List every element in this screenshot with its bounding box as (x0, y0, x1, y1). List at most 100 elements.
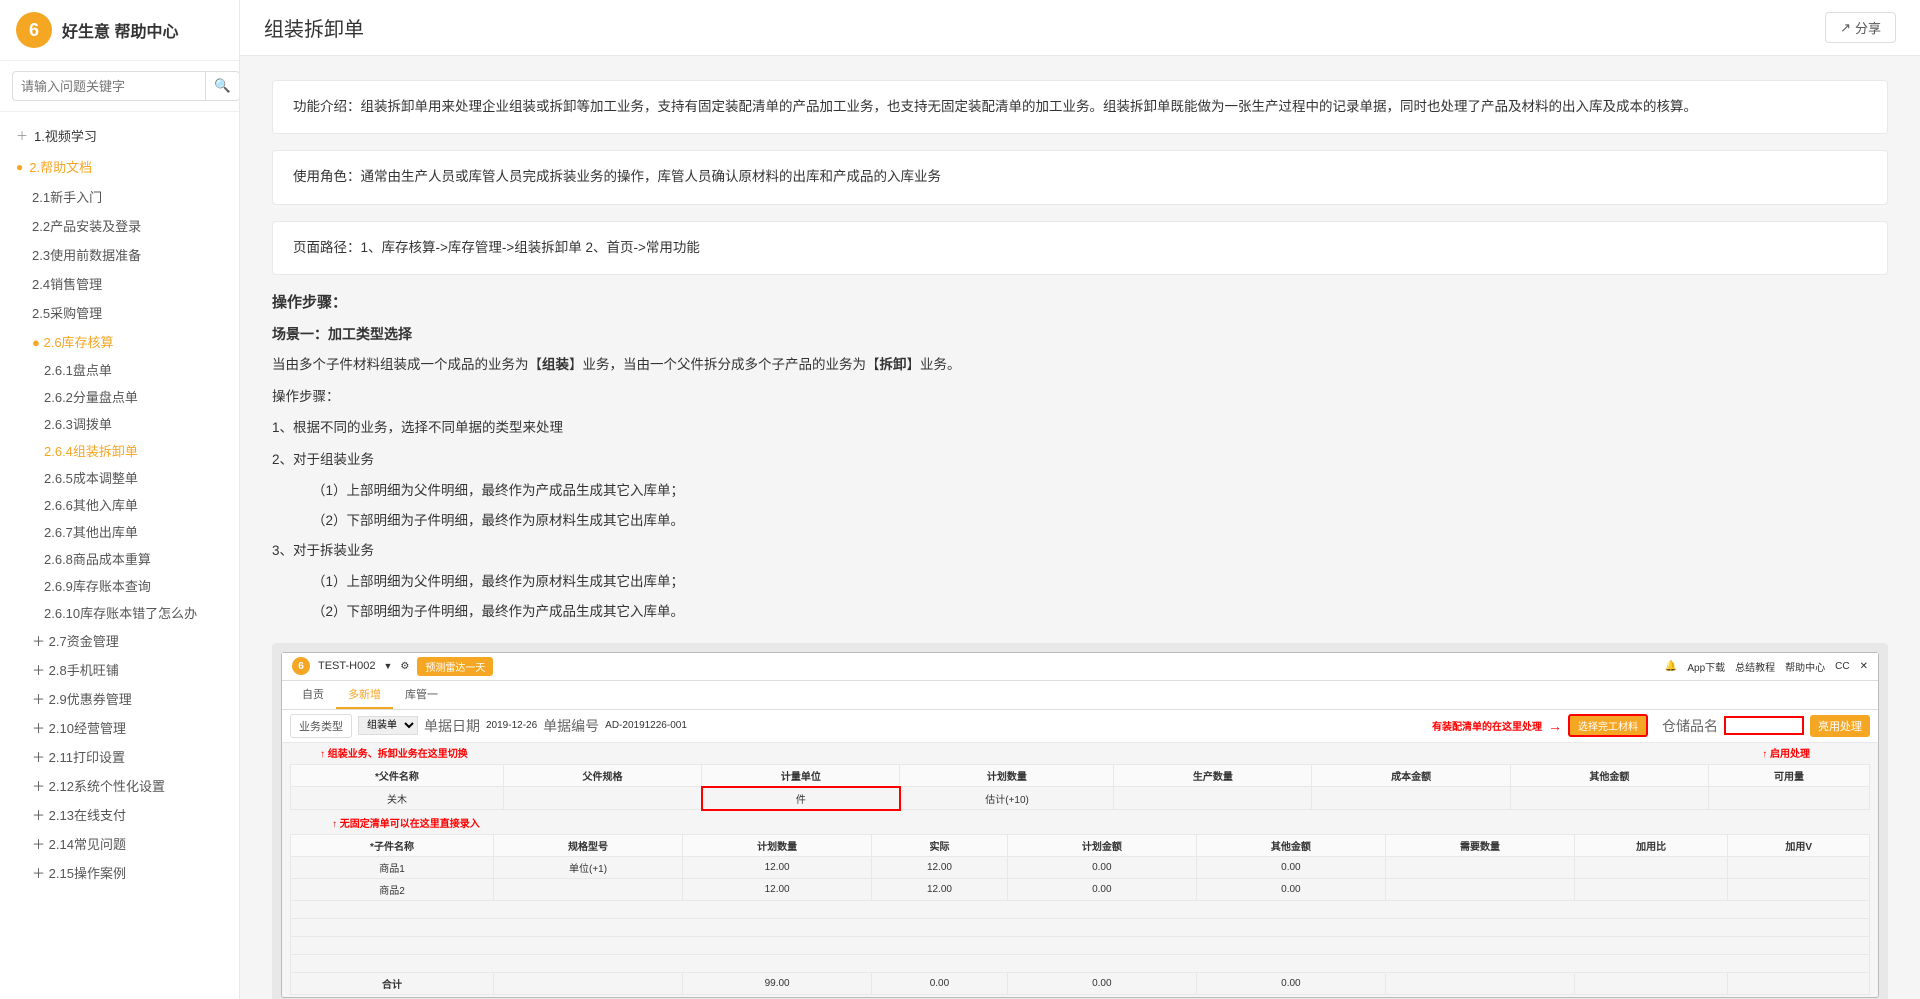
mock-complete-btn[interactable]: 选择完工材料 (1568, 714, 1648, 737)
mock-ltd-need1 (1385, 856, 1574, 878)
mock-annotation-switch: ↑ 组装业务、拆卸业务在这里切换 (320, 745, 468, 760)
sidebar-label: 2.6.5成本调整单 (44, 471, 138, 486)
sidebar-label: 2.6.2分量盘点单 (44, 390, 138, 405)
mock-arrow-right: → (1548, 718, 1562, 734)
sidebar-item-inventory[interactable]: ● 2.6库存核算 (0, 327, 239, 356)
mock-empty-row-5 (291, 936, 1870, 954)
mock-ltd-need2 (1385, 878, 1574, 900)
sidebar-item-coupon[interactable]: ＋ 2.9优惠券管理 (0, 684, 239, 713)
sidebar-header: 6 好生意 帮助中心 (0, 0, 239, 61)
mock-upper-table-container: *父件名称 父件规格 计量单位 计划数量 生产数量 成本金额 其他金额 可用量 (282, 760, 1878, 815)
mock-tab-1[interactable]: 自贡 (290, 681, 336, 709)
mock-ltd-ratio1 (1574, 856, 1727, 878)
sidebar-item-other-in[interactable]: 2.6.6其他入库单 (0, 491, 239, 518)
sidebar-item-ledger-error[interactable]: 2.6.10库存账本错了怎么办 (0, 599, 239, 626)
table-row (291, 918, 1870, 936)
sidebar-label: 2.6.1盘点单 (44, 363, 112, 378)
sidebar-label: 2.6.4组装拆卸单 (44, 444, 138, 459)
mock-topbar-id: TEST-H002 (318, 660, 375, 672)
sidebar-item-transfer[interactable]: 2.6.3调拨单 (0, 410, 239, 437)
mock-tab-bar: 自贡 多新增 库管一 (282, 681, 1878, 710)
mock-lth-v: 加用V (1728, 834, 1870, 856)
sidebar-item-ledger-query[interactable]: 2.6.9库存账本查询 (0, 572, 239, 599)
sidebar-item-assembly[interactable]: 2.6.4组装拆卸单 (0, 437, 239, 464)
mock-warehouse-input[interactable] (1724, 716, 1804, 735)
mock-setting-icon: ⚙ (400, 661, 409, 672)
expand-icon: ＋ (32, 808, 45, 823)
sidebar-item-faq[interactable]: ＋ 2.14常见问题 (0, 829, 239, 858)
expand-icon: ＋ (32, 779, 45, 794)
sidebar-item-online-pay[interactable]: ＋ 2.13在线支付 (0, 800, 239, 829)
sidebar-item-videos[interactable]: ＋ 1.视频学习 (0, 120, 239, 151)
mock-process-btn[interactable]: 亮用处理 (1810, 715, 1870, 737)
expand-icon: ＋ (32, 750, 45, 765)
mock-upper-table: *父件名称 父件规格 计量单位 计划数量 生产数量 成本金额 其他金额 可用量 (290, 764, 1870, 811)
mock-td-avail (1709, 787, 1870, 810)
sidebar-item-finance[interactable]: ＋ 2.7资金管理 (0, 626, 239, 655)
mock-tab-3[interactable]: 库管一 (393, 681, 450, 709)
sidebar-item-cost-adjust[interactable]: 2.6.5成本调整单 (0, 464, 239, 491)
mock-th-parent-spec: 父件规格 (503, 764, 701, 787)
sidebar-item-other-out[interactable]: 2.6.7其他出库单 (0, 518, 239, 545)
mock-logo: 6 (292, 657, 310, 675)
path-block: 页面路径：1、库存核算->库存管理->组装拆卸单 2、首页->常用功能 (272, 221, 1888, 275)
sidebar-item-sales[interactable]: 2.4销售管理 (0, 269, 239, 298)
sidebar-item-data-prep[interactable]: 2.3使用前数据准备 (0, 240, 239, 269)
mock-app-window: 6 TEST-H002 ▼ ⚙ 预测雷达一天 🔔 App下载 总结教程 帮助中心… (281, 652, 1879, 998)
page-header: 组装拆卸单 ↗ 分享 (240, 0, 1920, 56)
mock-annotation-enable: ↑ 启用处理 (1762, 745, 1810, 760)
sidebar-label: 2.5采购管理 (32, 306, 102, 321)
share-label: 分享 (1855, 18, 1881, 37)
sidebar-label: 2.3使用前数据准备 (32, 248, 141, 263)
page-body: 功能介绍：组装拆卸单用来处理企业组装或拆卸等加工业务，支持有固定装配清单的产品加… (240, 56, 1920, 999)
mock-lower-table: *子件名称 规格型号 计划数量 实际 计划金额 其他金额 需要数量 加用比 加用… (290, 834, 1870, 995)
sidebar-item-install[interactable]: 2.2产品安装及登录 (0, 211, 239, 240)
sidebar-item-stock-count[interactable]: 2.6.1盘点单 (0, 356, 239, 383)
sidebar-item-print[interactable]: ＋ 2.11打印设置 (0, 742, 239, 771)
mock-save-btn[interactable]: 业务类型 (290, 714, 352, 738)
sidebar-item-mobile[interactable]: ＋ 2.8手机旺铺 (0, 655, 239, 684)
mock-ltd-plan-amt1: 0.00 (1007, 856, 1196, 878)
mock-footer-empty (494, 972, 683, 994)
sidebar-label: 2.2产品安装及登录 (32, 219, 141, 234)
sidebar-item-purchase[interactable]: 2.5采购管理 (0, 298, 239, 327)
mock-ltd-name1: 商品1 (291, 856, 494, 878)
mock-user: CC (1835, 661, 1849, 672)
path-text: 页面路径：1、库存核算->库存管理->组装拆卸单 2、首页->常用功能 (293, 240, 700, 255)
sidebar-label: 2.1新手入门 (32, 190, 102, 205)
mock-ltd-spec1: 单位(+1) (494, 856, 683, 878)
sidebar-item-cases[interactable]: ＋ 2.15操作案例 (0, 858, 239, 887)
search-input[interactable] (12, 71, 206, 101)
share-button[interactable]: ↗ 分享 (1825, 12, 1896, 43)
mock-th-plan-qty: 计划数量 (900, 764, 1114, 787)
sidebar-label: 2.4销售管理 (32, 277, 102, 292)
mock-empty-row-6 (291, 954, 1870, 972)
sidebar-item-operations[interactable]: ＋ 2.10经营管理 (0, 713, 239, 742)
sidebar-item-newbie[interactable]: 2.1新手入门 (0, 182, 239, 211)
role-block: 使用角色：通常由生产人员或库管人员完成拆装业务的操作，库管人员确认原材料的出库和… (272, 150, 1888, 204)
sidebar-label: 2.8手机旺铺 (49, 663, 119, 678)
sidebar-item-personalize[interactable]: ＋ 2.12系统个性化设置 (0, 771, 239, 800)
mock-tab-2[interactable]: 多新增 (336, 681, 393, 709)
sidebar-label: 2.11打印设置 (49, 750, 125, 765)
expand-icon: ＋ (32, 721, 45, 736)
sidebar-item-cost-recalc[interactable]: 2.6.8商品成本重算 (0, 545, 239, 572)
mock-summary: 总结教程 (1735, 659, 1775, 674)
mock-ltd-ratio2 (1574, 878, 1727, 900)
sidebar: 6 好生意 帮助中心 🔍 ＋ 1.视频学习 ● 2.帮助文档 2.1新手入门 2… (0, 0, 240, 999)
mock-lth-plan-amt: 计划金额 (1007, 834, 1196, 856)
sidebar-item-helpdoc[interactable]: ● 2.帮助文档 (0, 151, 239, 182)
mock-footer-qty: 99.00 (683, 972, 872, 994)
sidebar-item-partial-count[interactable]: 2.6.2分量盘点单 (0, 383, 239, 410)
page-title: 组装拆卸单 (264, 13, 364, 42)
step3-sub2: （2）下部明细为子件明细，最终作为产成品生成其它入库单。 (272, 599, 1888, 625)
mock-th-parent-name: *父件名称 (291, 764, 504, 787)
table-row (291, 936, 1870, 954)
expand-icon: ● (32, 335, 40, 350)
logo-icon: 6 (16, 12, 52, 48)
search-button[interactable]: 🔍 (206, 71, 240, 101)
mock-lth-actual: 实际 (872, 834, 1008, 856)
role-text: 使用角色：通常由生产人员或库管人员完成拆装业务的操作，库管人员确认原材料的出库和… (293, 169, 941, 184)
sidebar-label: 2.6.3调拨单 (44, 417, 112, 432)
mock-type-select[interactable]: 组装单 拆卸单 (358, 716, 418, 735)
